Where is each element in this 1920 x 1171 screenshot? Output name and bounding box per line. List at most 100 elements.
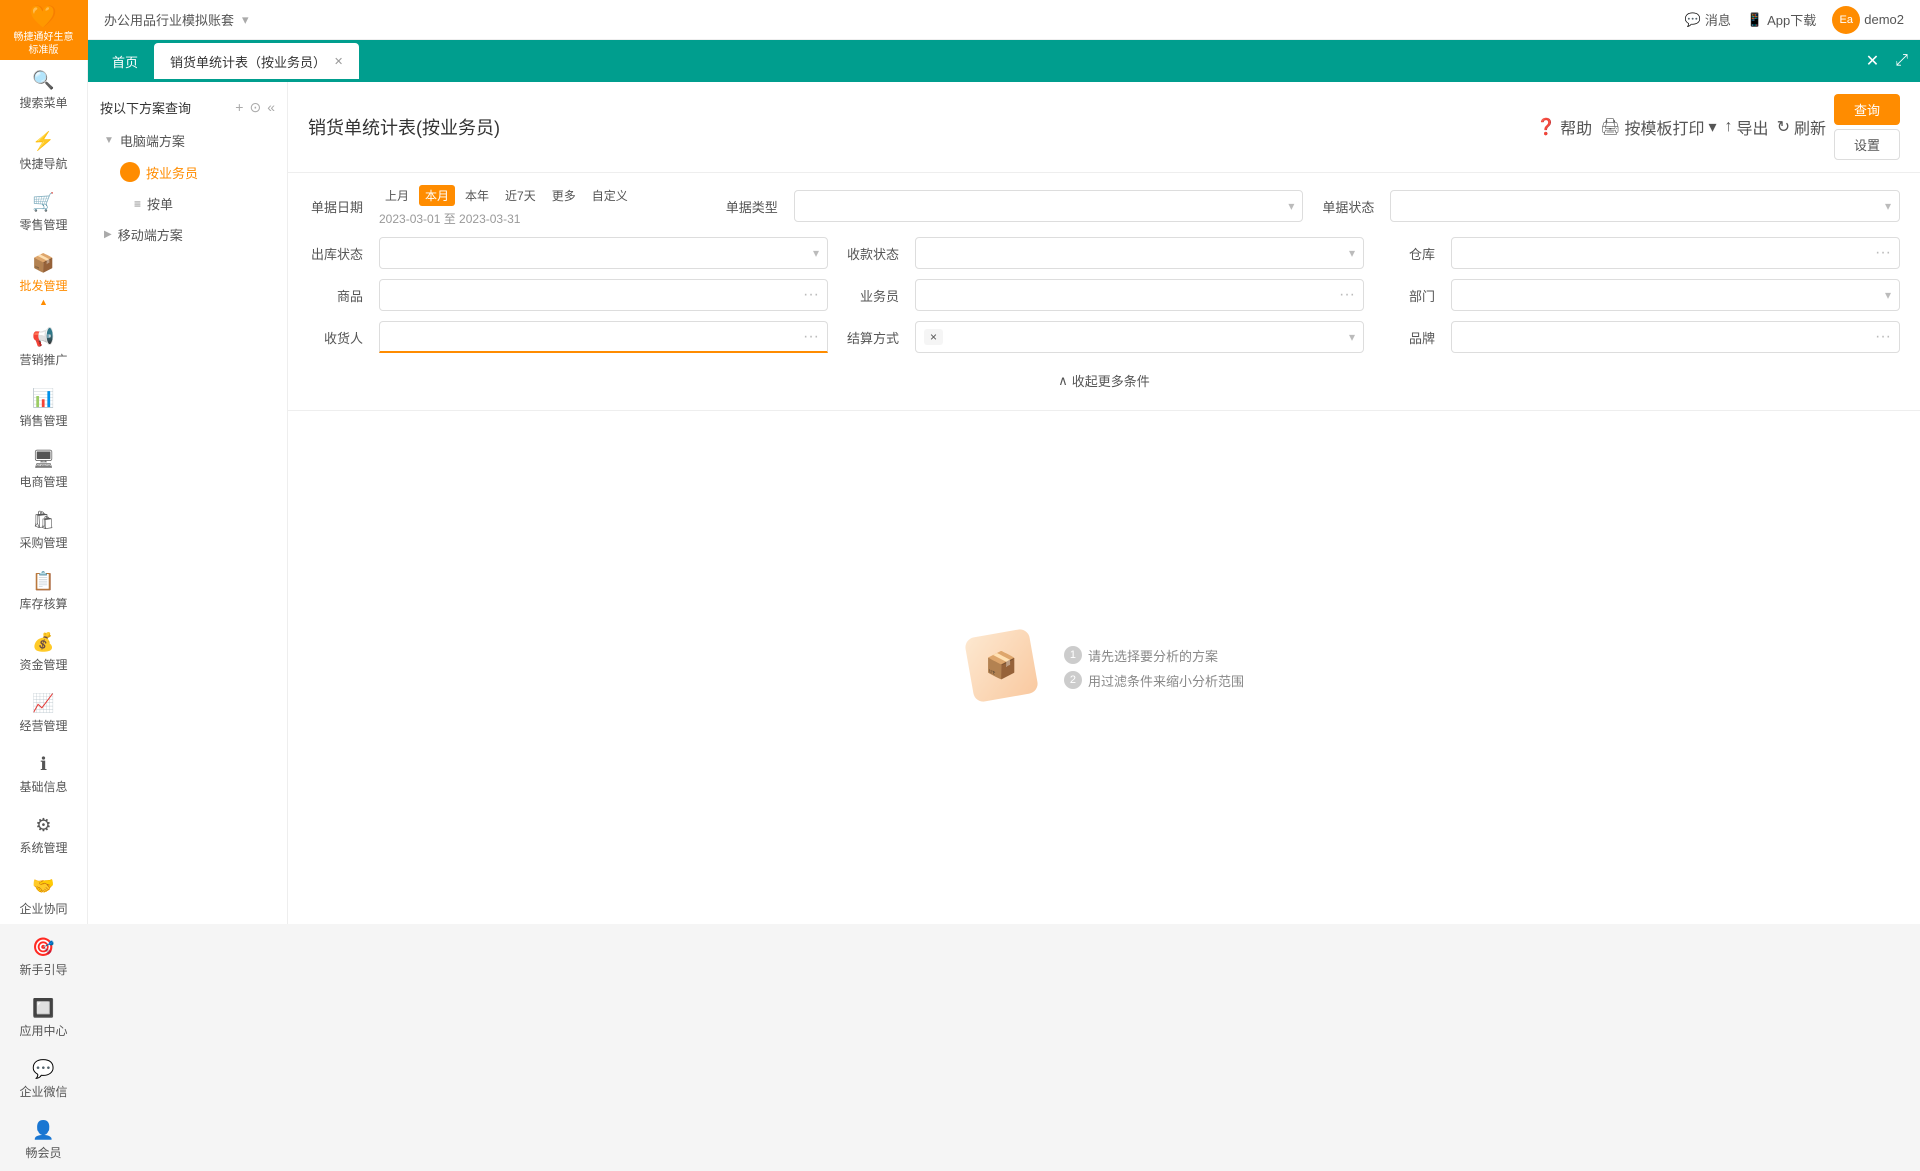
sidebar-item-retail[interactable]: 🛒 零售管理 (0, 182, 87, 243)
refresh-label: 刷新 (1794, 115, 1826, 139)
date-tab-more[interactable]: 更多 (546, 185, 582, 206)
shortcut-icon: ⚡ (32, 131, 54, 152)
doc-status-field[interactable]: ▾ (1390, 190, 1900, 222)
empty-tip-1: 1 请先选择要分析的方案 (1064, 646, 1244, 665)
out-status-dropdown-icon[interactable]: ▾ (813, 246, 819, 260)
warehouse-dots-icon[interactable]: ··· (1875, 244, 1891, 262)
sidebar-item-shortcut[interactable]: ⚡ 快捷导航 (0, 121, 87, 182)
sidebar-item-purchase[interactable]: 🛍 采购管理 (0, 500, 87, 561)
product-label: 商品 (308, 286, 363, 305)
empty-box-icon: 📦 (964, 627, 1039, 702)
export-btn[interactable]: ↑ 导出 (1725, 115, 1769, 139)
filter-row-4: 收货人 ··· 结算方式 × ▾ 品牌 ··· (308, 321, 1900, 353)
salesman-field[interactable]: ··· (915, 279, 1364, 311)
sidebar-item-basic[interactable]: ℹ 基础信息 (0, 744, 87, 805)
warehouse-field[interactable]: ··· (1451, 237, 1900, 269)
tree-item-pc[interactable]: ▼ 电脑端方案 (88, 125, 287, 156)
tab-close-window-icon[interactable]: ✕ (1862, 47, 1883, 75)
collect-status-field[interactable]: ▾ (915, 237, 1364, 269)
date-tab-custom[interactable]: 自定义 (586, 185, 634, 206)
sidebar-item-inventory[interactable]: 📋 库存核算 (0, 561, 87, 622)
date-tab-7days[interactable]: 近7天 (499, 185, 542, 206)
dept-field[interactable]: ▾ (1451, 279, 1900, 311)
setting-button[interactable]: 设置 (1834, 129, 1900, 160)
sidebar-item-label: 新手引导 (19, 961, 67, 978)
receiver-label: 收货人 (308, 328, 363, 347)
sidebar-item-search[interactable]: 🔍 搜索菜单 (0, 60, 87, 121)
dept-dropdown-icon[interactable]: ▾ (1885, 288, 1891, 302)
export-icon: ↑ (1725, 118, 1733, 136)
sidebar-item-system[interactable]: ⚙ 系统管理 (0, 805, 87, 866)
doc-status-dropdown-icon[interactable]: ▾ (1885, 199, 1891, 213)
app-download-btn[interactable]: 📱 App下载 (1747, 10, 1816, 29)
collapse-panel-icon[interactable]: « (267, 99, 275, 116)
date-tab-this-year[interactable]: 本年 (459, 185, 495, 206)
sidebar-item-apps[interactable]: 🔲 应用中心 (0, 988, 87, 1049)
search-icon: 🔍 (32, 70, 54, 91)
brand-field[interactable]: ··· (1451, 321, 1900, 353)
print-dropdown-icon[interactable]: ▾ (1709, 117, 1717, 137)
salesman-dots-icon[interactable]: ··· (1339, 286, 1355, 304)
receiver-dots-icon[interactable]: ··· (803, 328, 819, 346)
sidebar-item-label: 系统管理 (19, 839, 67, 856)
sales-icon: 📊 (32, 388, 54, 409)
sidebar-item-marketing[interactable]: 📢 营销推广 (0, 317, 87, 378)
user-btn[interactable]: Ea demo2 (1832, 6, 1904, 34)
receiver-field[interactable]: ··· (379, 321, 828, 353)
doc-type-dropdown-icon[interactable]: ▾ (1288, 199, 1294, 213)
filter-row-3: 商品 ··· 业务员 ··· 部门 ▾ (308, 279, 1900, 311)
tree-item-order[interactable]: ≡ 按单 (88, 188, 287, 219)
doc-type-field[interactable]: ▾ (794, 190, 1304, 222)
tab-sales-stat[interactable]: 销货单统计表（按业务员） ✕ (154, 43, 359, 79)
sidebar-item-finance[interactable]: 💰 资金管理 (0, 622, 87, 683)
wechat-icon: 💬 (32, 1059, 54, 1080)
sidebar-item-label: 基础信息 (19, 778, 67, 795)
app-title-dropdown-icon[interactable]: ▾ (242, 12, 249, 28)
sidebar-item-wholesale[interactable]: 📦 批发管理 ▲ (0, 243, 87, 317)
tree-item-salesman[interactable]: 按业务员 (88, 156, 287, 188)
page-header: 销货单统计表(按业务员) ❓ 帮助 🖨 按模板打印 ▾ ↑ 导出 (288, 82, 1920, 173)
refresh-btn[interactable]: ↻ 刷新 (1777, 115, 1826, 139)
tree-item-mobile[interactable]: ▶ 移动端方案 (88, 219, 287, 250)
help-btn[interactable]: ❓ 帮助 (1536, 115, 1592, 139)
collapse-btn[interactable]: ∧ 收起更多条件 (308, 363, 1900, 398)
app-download-label: App下载 (1767, 10, 1816, 29)
left-panel: 按以下方案查询 + ⊙ « ▼ 电脑端方案 按业务员 ≡ 按单 (88, 82, 288, 924)
add-scheme-icon[interactable]: + (235, 99, 243, 116)
sidebar-item-member[interactable]: 👤 畅会员 (0, 1110, 87, 1171)
sidebar-item-label: 快捷导航 (19, 155, 67, 172)
template-print-btn[interactable]: 🖨 按模板打印 ▾ (1600, 115, 1716, 139)
download-icon: 📱 (1747, 12, 1763, 28)
product-dots-icon[interactable]: ··· (803, 286, 819, 304)
sidebar-item-label: 批发管理 (19, 277, 67, 294)
edit-scheme-icon[interactable]: ⊙ (249, 99, 261, 116)
tab-bar-right: ✕ ⤢ (1862, 47, 1912, 75)
left-panel-title: 按以下方案查询 (100, 98, 191, 117)
tab-maximize-icon[interactable]: ⤢ (1891, 48, 1912, 74)
filter-row-1: 单据日期 上月 本月 本年 近7天 更多 自定义 2023-03-01 至 20… (308, 185, 1900, 227)
sidebar-item-enterprise[interactable]: 🤝 企业协同 (0, 866, 87, 927)
sidebar-item-label: 资金管理 (19, 656, 67, 673)
query-button[interactable]: 查询 (1834, 94, 1900, 125)
tab-close-icon[interactable]: ✕ (334, 55, 343, 68)
sidebar-item-guide[interactable]: 🎯 新手引导 (0, 927, 87, 988)
sidebar-item-wechat[interactable]: 💬 企业微信 (0, 1049, 87, 1110)
sidebar-item-label: 零售管理 (19, 216, 67, 233)
settle-field[interactable]: × ▾ (915, 321, 1364, 353)
sidebar-item-sales[interactable]: 📊 销售管理 (0, 378, 87, 439)
brand-dots-icon[interactable]: ··· (1875, 328, 1891, 346)
date-tab-this-month[interactable]: 本月 (419, 185, 455, 206)
sidebar-logo-text: 畅捷通好生意 (14, 31, 74, 44)
out-status-field[interactable]: ▾ (379, 237, 828, 269)
product-field[interactable]: ··· (379, 279, 828, 311)
collect-status-dropdown-icon[interactable]: ▾ (1349, 246, 1355, 260)
basic-icon: ℹ (40, 754, 47, 775)
sidebar-item-ecommerce[interactable]: 🖥 电商管理 (0, 439, 87, 500)
message-btn[interactable]: 💬 消息 (1685, 10, 1731, 29)
settle-dropdown-icon[interactable]: ▾ (1349, 330, 1355, 344)
tab-home[interactable]: 首页 (96, 43, 154, 79)
left-panel-icons: + ⊙ « (235, 99, 275, 116)
date-tab-last-month[interactable]: 上月 (379, 185, 415, 206)
sidebar-item-label: 营销推广 (19, 351, 67, 368)
sidebar-item-operations[interactable]: 📈 经营管理 (0, 683, 87, 744)
